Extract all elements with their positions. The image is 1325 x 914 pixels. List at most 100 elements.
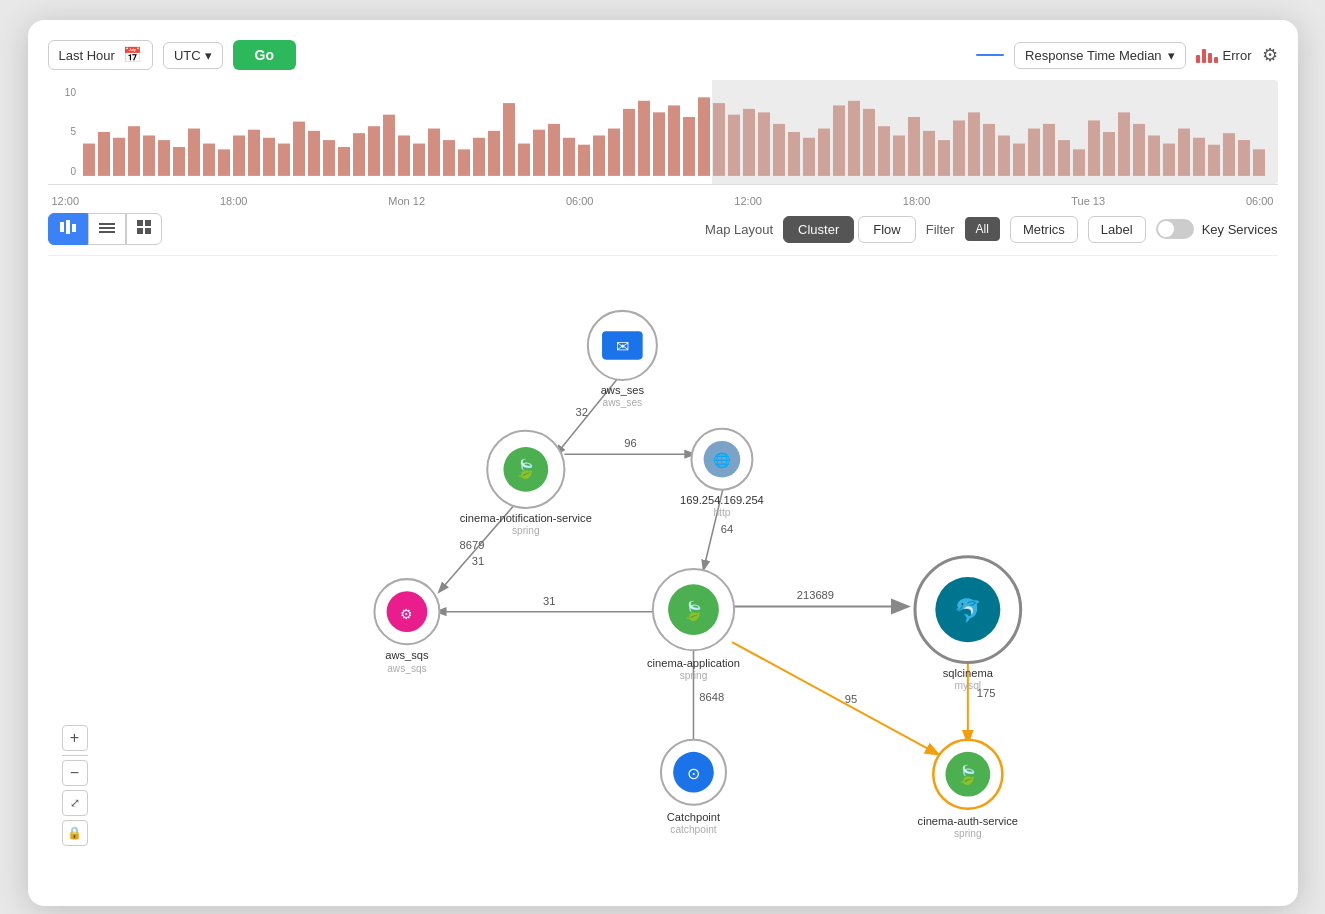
svg-rect-90	[137, 228, 143, 234]
svg-rect-43	[683, 117, 695, 176]
svg-rect-52	[818, 129, 830, 176]
svg-rect-9	[173, 147, 185, 176]
svg-rect-32	[518, 144, 530, 176]
lock-button[interactable]: 🔒	[62, 820, 88, 846]
filter-label: Filter	[926, 222, 955, 237]
svg-rect-41	[653, 112, 665, 176]
time-range-picker[interactable]: Last Hour 📅	[48, 40, 153, 70]
fit-screen-button[interactable]: ⤢	[62, 790, 88, 816]
svg-rect-50	[788, 132, 800, 176]
svg-rect-5	[113, 138, 125, 176]
svg-rect-59	[923, 131, 935, 176]
svg-rect-33	[533, 130, 545, 176]
view-list-button[interactable]	[88, 213, 126, 245]
filter-button-group: All	[965, 217, 1000, 241]
svg-rect-54	[848, 101, 860, 176]
label-button[interactable]: Label	[1088, 216, 1146, 243]
svg-rect-56	[878, 126, 890, 176]
bar-chart-icon	[1196, 47, 1218, 63]
go-button[interactable]: Go	[233, 40, 296, 70]
svg-rect-46	[728, 115, 740, 176]
filter-settings-icon[interactable]: ⚙	[1262, 44, 1278, 66]
node-sublabel-sqlcinema: mysql	[954, 680, 981, 691]
globe-icon: 🌐	[712, 451, 730, 469]
svg-rect-78	[1208, 145, 1220, 176]
key-services-toggle[interactable]	[1156, 219, 1194, 239]
svg-rect-81	[1253, 149, 1265, 176]
svg-rect-31	[503, 103, 515, 176]
view-toggle-group	[48, 213, 162, 245]
svg-rect-53	[833, 105, 845, 175]
list-icon	[99, 222, 115, 234]
spring-icon-2: 🍃	[681, 600, 704, 622]
svg-rect-45	[713, 103, 725, 176]
mysql-icon: 🐬	[953, 597, 981, 624]
svg-rect-10	[188, 129, 200, 176]
svg-rect-19	[323, 140, 335, 176]
node-sublabel-aws-ses: aws_ses	[602, 397, 642, 408]
chevron-down-icon: ▾	[1168, 48, 1175, 63]
node-label-cinema-notification: cinema-notification-service	[459, 512, 591, 524]
svg-text:0: 0	[70, 164, 76, 177]
svg-rect-76	[1178, 129, 1190, 176]
aws-ses-icon: ✉	[615, 337, 628, 355]
svg-rect-6	[128, 126, 140, 176]
layout-flow-button[interactable]: Flow	[858, 216, 915, 243]
layout-button-group: Cluster Flow	[783, 216, 916, 243]
edge-label-31: 31	[471, 555, 483, 567]
zoom-controls: + − ⤢ 🔒	[62, 725, 88, 846]
svg-rect-83	[66, 220, 70, 234]
filter-all-button[interactable]: All	[965, 217, 1000, 241]
timezone-picker[interactable]: UTC ▾	[163, 42, 223, 69]
svg-rect-38	[608, 129, 620, 176]
controls-row: Map Layout Cluster Flow Filter All Metri…	[48, 207, 1278, 256]
svg-rect-69	[1073, 149, 1085, 176]
svg-rect-55	[863, 109, 875, 176]
view-bars-button[interactable]	[48, 213, 88, 245]
zoom-in-button[interactable]: +	[62, 725, 88, 751]
node-sublabel-catchpoint: catchpoint	[670, 824, 716, 835]
svg-rect-61	[953, 120, 965, 175]
metric-dropdown[interactable]: Response Time Median ▾	[1014, 42, 1186, 69]
svg-rect-82	[60, 222, 64, 232]
metric-dropdown-label: Response Time Median	[1025, 48, 1162, 63]
histogram: 10 5 0	[48, 80, 1278, 185]
svg-rect-88	[137, 220, 143, 226]
svg-rect-21	[353, 133, 365, 176]
svg-rect-16	[278, 144, 290, 176]
svg-rect-75	[1163, 144, 1175, 176]
node-sublabel-cinema-application: spring	[679, 670, 707, 681]
svg-rect-63	[983, 124, 995, 176]
svg-rect-85	[99, 223, 115, 225]
svg-rect-47	[743, 109, 755, 176]
svg-rect-71	[1103, 132, 1115, 176]
svg-rect-30	[488, 131, 500, 176]
svg-rect-15	[263, 138, 275, 176]
svg-rect-14	[248, 130, 260, 176]
svg-rect-73	[1133, 124, 1145, 176]
svg-rect-36	[578, 145, 590, 176]
svg-rect-7	[143, 135, 155, 175]
calendar-icon: 📅	[123, 46, 142, 64]
node-label-sqlcinema: sqlcinema	[942, 667, 993, 679]
svg-rect-27	[443, 140, 455, 176]
svg-rect-23	[383, 115, 395, 176]
layout-cluster-button[interactable]: Cluster	[783, 216, 854, 243]
x-label-1200: 12:00	[52, 195, 80, 207]
node-label-cinema-auth: cinema-auth-service	[917, 815, 1017, 827]
svg-rect-87	[99, 231, 115, 233]
x-label-tue13: Tue 13	[1071, 195, 1105, 207]
svg-rect-39	[623, 109, 635, 176]
node-label-aws-sqs: aws_sqs	[385, 649, 429, 661]
svg-rect-24	[398, 135, 410, 175]
svg-rect-64	[998, 135, 1010, 175]
node-sublabel-cinema-notification: spring	[511, 525, 539, 536]
zoom-out-button[interactable]: −	[62, 760, 88, 786]
edge-label-95: 95	[844, 693, 856, 705]
svg-rect-84	[72, 224, 76, 232]
svg-rect-26	[428, 129, 440, 176]
view-grid-button[interactable]	[126, 213, 162, 245]
node-label-aws-ses: aws_ses	[600, 384, 644, 396]
metrics-button[interactable]: Metrics	[1010, 216, 1078, 243]
timezone-label: UTC	[174, 48, 201, 63]
